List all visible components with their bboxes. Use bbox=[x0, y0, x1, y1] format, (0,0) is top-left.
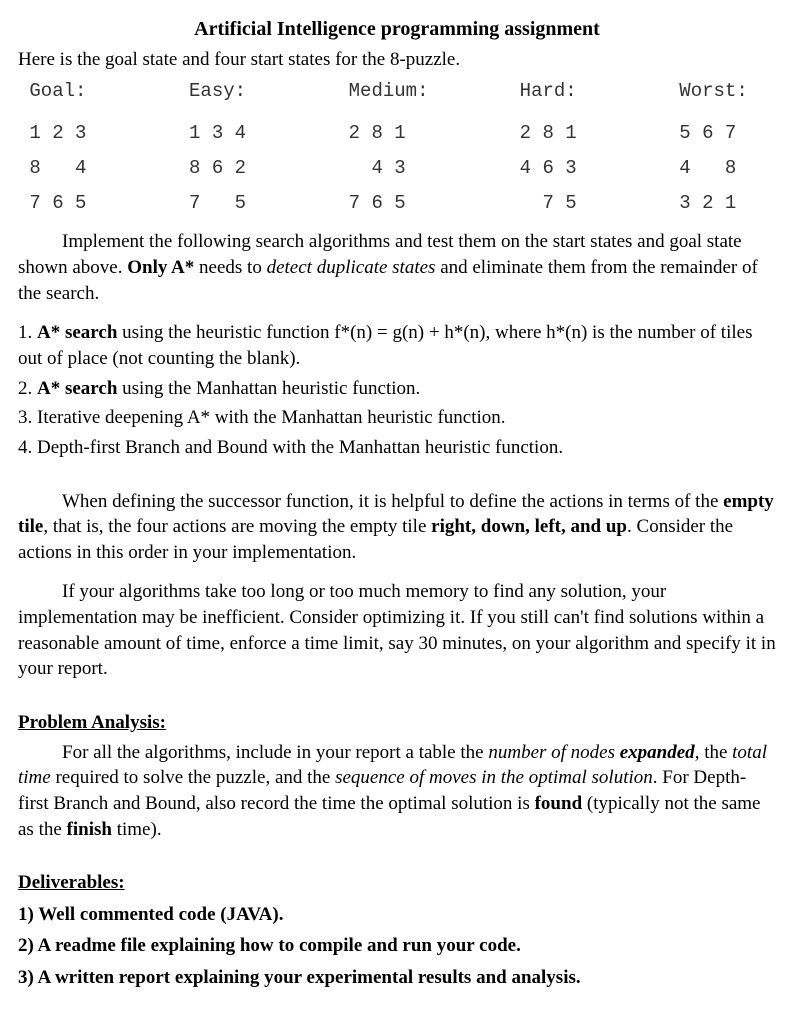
paragraph-successor: When defining the successor function, it… bbox=[18, 489, 776, 566]
text: needs to bbox=[194, 257, 266, 278]
section-deliverables: Deliverables: bbox=[18, 870, 776, 896]
deliverable-2: 2) A readme file explaining how to compi… bbox=[18, 933, 776, 959]
page-title: Artificial Intelligence programming assi… bbox=[18, 16, 776, 43]
list-item-1: 1. A* search using the heuristic functio… bbox=[18, 320, 776, 371]
puzzle-grid-row-1: 1 2 3 1 3 4 2 8 1 2 8 1 5 6 7 bbox=[18, 121, 776, 146]
bold-astar-2: A* search bbox=[37, 378, 117, 399]
bold-astar-1: A* search bbox=[37, 322, 117, 343]
text: time). bbox=[112, 819, 162, 840]
italic-detect-dup: detect duplicate states bbox=[267, 257, 436, 278]
italic-sequence: sequence of moves in the optimal solutio… bbox=[335, 767, 653, 788]
list-item-3: 3. Iterative deepening A* with the Manha… bbox=[18, 405, 776, 431]
text: using the Manhattan heuristic function. bbox=[117, 378, 420, 399]
bold-finish: finish bbox=[67, 819, 112, 840]
deliverable-3: 3) A written report explaining your expe… bbox=[18, 965, 776, 991]
section-problem-analysis: Problem Analysis: bbox=[18, 710, 776, 736]
paragraph-analysis: For all the algorithms, include in your … bbox=[18, 740, 776, 843]
list-item-2: 2. A* search using the Manhattan heurist… bbox=[18, 376, 776, 402]
bold-directions: right, down, left, and up bbox=[431, 516, 627, 537]
puzzle-grid-row-2: 8 4 8 6 2 4 3 4 6 3 4 8 bbox=[18, 156, 776, 181]
text: using the heuristic function f*(n) = g(n… bbox=[18, 322, 752, 369]
bold-only-astar: Only A* bbox=[127, 257, 194, 278]
list-item-4: 4. Depth-first Branch and Bound with the… bbox=[18, 435, 776, 461]
bold-italic-expanded: expanded bbox=[620, 742, 695, 763]
text: For all the algorithms, include in your … bbox=[62, 742, 488, 763]
deliverable-1: 1) Well commented code (JAVA). bbox=[18, 902, 776, 928]
puzzle-grid-row-3: 7 6 5 7 5 7 6 5 7 5 3 2 1 bbox=[18, 191, 776, 216]
text: required to solve the puzzle, and the bbox=[51, 767, 335, 788]
text: When defining the successor function, it… bbox=[62, 491, 723, 512]
text: , the bbox=[695, 742, 732, 763]
text: 1. bbox=[18, 322, 37, 343]
text: , that is, the four actions are moving t… bbox=[43, 516, 431, 537]
paragraph-implement: Implement the following search algorithm… bbox=[18, 229, 776, 306]
intro-text: Here is the goal state and four start st… bbox=[18, 47, 776, 73]
paragraph-optimize: If your algorithms take too long or too … bbox=[18, 579, 776, 682]
text: 2. bbox=[18, 378, 37, 399]
bold-found: found bbox=[535, 793, 583, 814]
italic-nodes-expanded-a: number of nodes bbox=[488, 742, 619, 763]
puzzle-labels: Goal: Easy: Medium: Hard: Worst: bbox=[18, 79, 776, 104]
